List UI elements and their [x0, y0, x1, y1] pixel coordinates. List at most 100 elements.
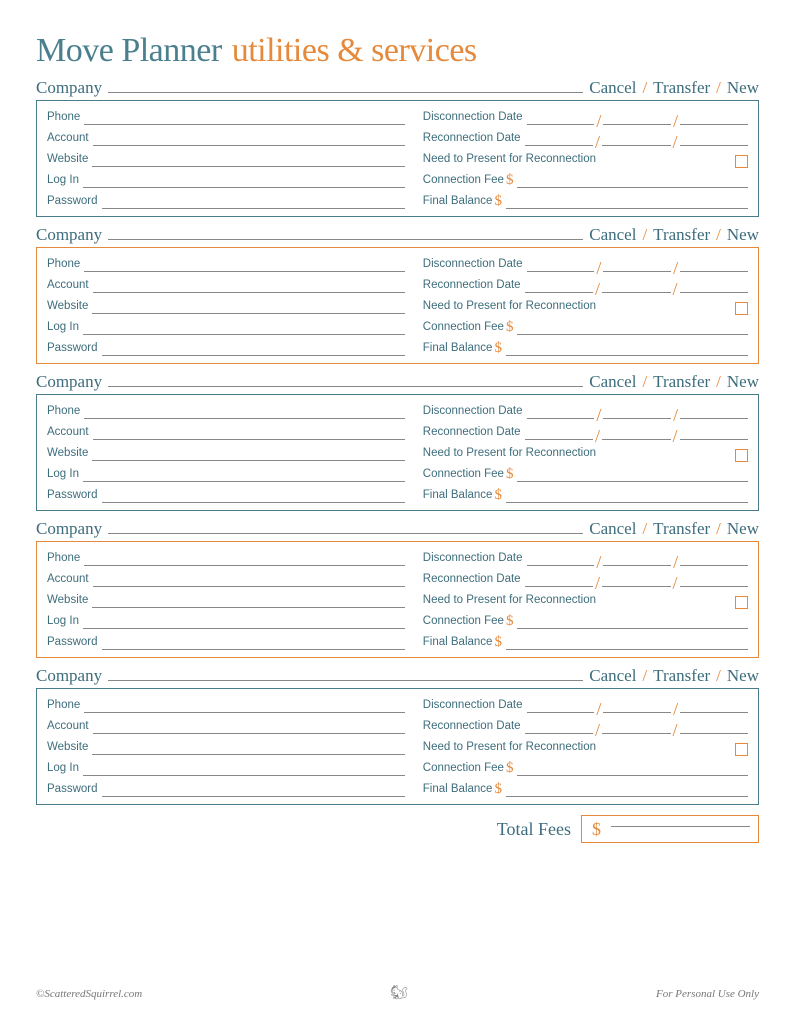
phone-input[interactable] [84, 124, 405, 125]
phone-input[interactable] [84, 271, 405, 272]
disconnection-label: Disconnection Date [423, 401, 523, 422]
disconnection-input[interactable]: // [527, 408, 749, 422]
website-input[interactable] [92, 166, 404, 167]
website-input[interactable] [92, 460, 404, 461]
total-input[interactable] [611, 826, 750, 827]
login-label: Log In [47, 317, 79, 338]
disconnection-label: Disconnection Date [423, 254, 523, 275]
company-input[interactable] [108, 386, 583, 387]
website-input[interactable] [92, 607, 404, 608]
login-input[interactable] [83, 775, 405, 776]
present-checkbox[interactable] [735, 743, 748, 756]
login-input[interactable] [83, 187, 405, 188]
phone-input[interactable] [84, 418, 405, 419]
final-input[interactable] [506, 208, 748, 209]
password-input[interactable] [102, 208, 405, 209]
new-option[interactable]: New [727, 225, 759, 244]
cancel-option[interactable]: Cancel [589, 666, 636, 685]
phone-input[interactable] [84, 565, 405, 566]
slash-icon: / [673, 429, 678, 443]
password-input[interactable] [102, 355, 405, 356]
status-options[interactable]: Cancel / Transfer / New [589, 225, 759, 245]
slash-icon: / [716, 519, 721, 538]
total-label: Total Fees [497, 819, 571, 840]
reconnection-input[interactable]: // [525, 282, 748, 296]
login-input[interactable] [83, 628, 405, 629]
present-checkbox[interactable] [735, 449, 748, 462]
present-checkbox[interactable] [735, 596, 748, 609]
password-input[interactable] [102, 796, 405, 797]
login-label: Log In [47, 170, 79, 191]
status-options[interactable]: Cancel / Transfer / New [589, 519, 759, 539]
account-input[interactable] [93, 145, 405, 146]
disconnection-input[interactable]: // [527, 702, 749, 716]
status-options[interactable]: Cancel / Transfer / New [589, 372, 759, 392]
disconnection-input[interactable]: // [527, 114, 749, 128]
connfee-input[interactable] [517, 775, 748, 776]
status-options[interactable]: Cancel / Transfer / New [589, 78, 759, 98]
new-option[interactable]: New [727, 78, 759, 97]
disconnection-input[interactable]: // [527, 555, 749, 569]
transfer-option[interactable]: Transfer [653, 666, 710, 685]
slash-icon: / [673, 408, 678, 422]
website-label: Website [47, 296, 88, 317]
final-input[interactable] [506, 355, 748, 356]
cancel-option[interactable]: Cancel [589, 519, 636, 538]
company-input[interactable] [108, 92, 583, 93]
website-input[interactable] [92, 313, 404, 314]
cancel-option[interactable]: Cancel [589, 225, 636, 244]
transfer-option[interactable]: Transfer [653, 372, 710, 391]
present-checkbox[interactable] [735, 302, 748, 315]
connfee-input[interactable] [517, 187, 748, 188]
new-option[interactable]: New [727, 666, 759, 685]
account-input[interactable] [93, 292, 405, 293]
password-input[interactable] [102, 649, 405, 650]
connfee-input[interactable] [517, 481, 748, 482]
website-input[interactable] [92, 754, 404, 755]
reconnection-input[interactable]: // [525, 576, 748, 590]
transfer-option[interactable]: Transfer [653, 78, 710, 97]
account-label: Account [47, 569, 89, 590]
final-input[interactable] [506, 796, 748, 797]
section-box: Phone Disconnection Date // Account Reco… [36, 541, 759, 658]
new-option[interactable]: New [727, 519, 759, 538]
account-input[interactable] [93, 733, 405, 734]
reconnection-label: Reconnection Date [423, 716, 521, 737]
reconnection-input[interactable]: // [525, 135, 748, 149]
login-input[interactable] [83, 334, 405, 335]
final-label: Final Balance [423, 485, 493, 506]
present-label: Need to Present for Reconnection [423, 590, 596, 611]
title-teal: Move Planner [36, 32, 222, 70]
reconnection-input[interactable]: // [525, 429, 748, 443]
final-input[interactable] [506, 649, 748, 650]
present-checkbox[interactable] [735, 155, 748, 168]
company-input[interactable] [108, 680, 583, 681]
password-label: Password [47, 779, 98, 800]
reconnection-input[interactable]: // [525, 723, 748, 737]
company-input[interactable] [108, 533, 583, 534]
connfee-input[interactable] [517, 334, 748, 335]
final-input[interactable] [506, 502, 748, 503]
login-input[interactable] [83, 481, 405, 482]
connfee-input[interactable] [517, 628, 748, 629]
website-label: Website [47, 590, 88, 611]
transfer-option[interactable]: Transfer [653, 519, 710, 538]
cancel-option[interactable]: Cancel [589, 372, 636, 391]
slash-icon: / [673, 702, 678, 716]
status-options[interactable]: Cancel / Transfer / New [589, 666, 759, 686]
phone-input[interactable] [84, 712, 405, 713]
new-option[interactable]: New [727, 372, 759, 391]
cancel-option[interactable]: Cancel [589, 78, 636, 97]
slash-icon: / [673, 261, 678, 275]
total-box[interactable]: $ [581, 815, 759, 843]
account-input[interactable] [93, 439, 405, 440]
dollar-icon: $ [494, 485, 502, 506]
account-label: Account [47, 128, 89, 149]
company-input[interactable] [108, 239, 583, 240]
transfer-option[interactable]: Transfer [653, 225, 710, 244]
connfee-label: Connection Fee [423, 611, 504, 632]
website-label: Website [47, 737, 88, 758]
disconnection-input[interactable]: // [527, 261, 749, 275]
account-input[interactable] [93, 586, 405, 587]
password-input[interactable] [102, 502, 405, 503]
